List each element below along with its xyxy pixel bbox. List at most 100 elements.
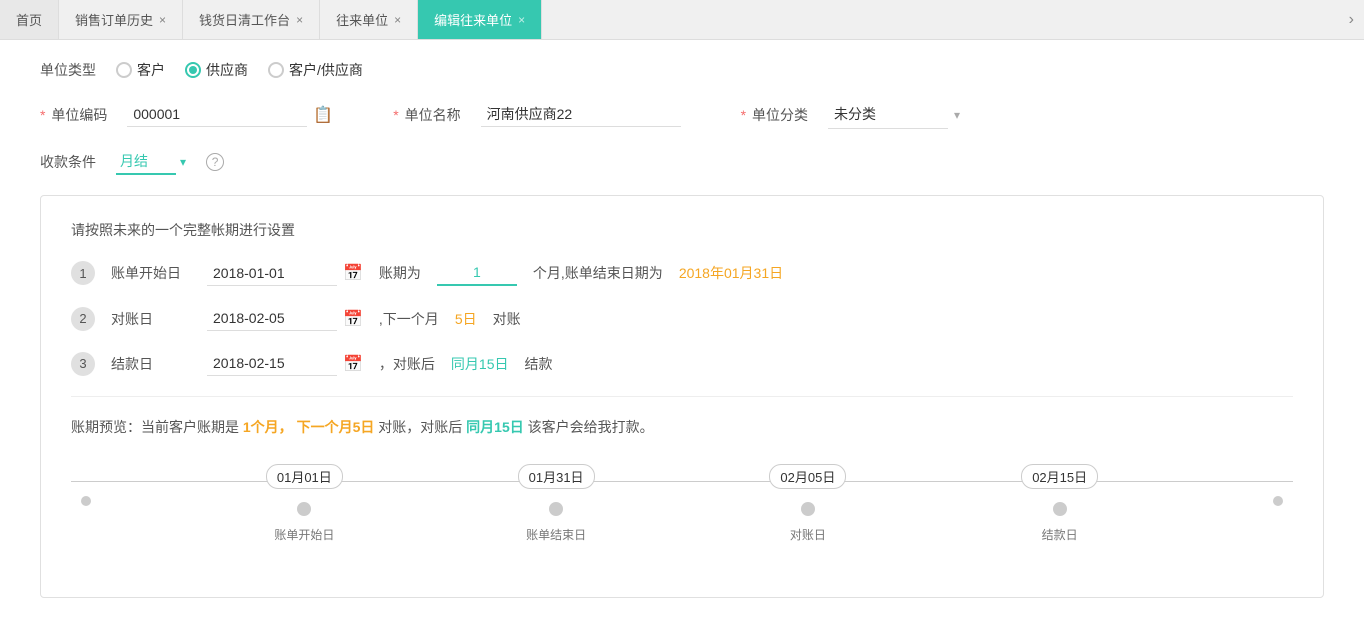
tab-home[interactable]: 首页 xyxy=(0,0,59,39)
radio-both[interactable]: 客户/供应商 xyxy=(268,60,363,80)
timeline-node-1-label: 账单开始日 xyxy=(274,526,334,543)
timeline-start-dot xyxy=(81,496,91,506)
preview-end: 该客户会给我打款。 xyxy=(528,419,654,435)
timeline-node-3-dot xyxy=(801,502,815,516)
radio-customer-label: 客户 xyxy=(137,60,165,80)
unit-name-label: * 单位名称 xyxy=(393,105,460,125)
unit-code-icon[interactable]: 📋 xyxy=(313,105,333,125)
timeline-node-3: 02月05日 对账日 xyxy=(769,471,846,543)
unit-code-label: * 单位编码 xyxy=(40,105,107,125)
step-1-info-after: 个月,账单结束日期为 xyxy=(533,263,663,283)
card-hint: 请按照未来的一个完整帐期进行设置 xyxy=(71,220,1293,240)
payment-terms-label: 收款条件 xyxy=(40,152,96,172)
step-3-date-input[interactable] xyxy=(207,351,337,376)
timeline-node-2-date: 01月31日 xyxy=(518,464,595,489)
tab-more-button[interactable]: › xyxy=(1339,0,1364,39)
radio-customer[interactable]: 客户 xyxy=(116,60,165,80)
step-3-label: 结款日 xyxy=(111,354,191,374)
tab-contacts-label: 往来单位 xyxy=(336,10,388,29)
payment-terms-select[interactable]: 月结 ▾ xyxy=(116,149,186,175)
payment-terms-arrow: ▾ xyxy=(180,155,186,169)
step-1-row: 1 账单开始日 📅 账期为 个月,账单结束日期为 2018年01月31日 xyxy=(71,260,1293,286)
timeline-node-2: 01月31日 账单结束日 xyxy=(518,471,595,543)
step-3-info-before: ，对账后 xyxy=(379,354,435,374)
help-icon[interactable]: ? xyxy=(206,153,224,171)
unit-category-label: * 单位分类 xyxy=(741,105,808,125)
step-2-day-highlight: 5日 xyxy=(455,309,477,329)
step-3-num: 3 xyxy=(71,352,95,376)
step-2-info-after: 对账 xyxy=(493,309,521,329)
step-3-date-group: 📅 xyxy=(207,351,363,376)
timeline: 01月01日 账单开始日 01月31日 账单结束日 02月05日 对账日 xyxy=(71,461,1293,573)
step-2-row: 2 对账日 📅 ,下一个月 5日 对账 xyxy=(71,306,1293,331)
step-1-num: 1 xyxy=(71,261,95,285)
unit-type-radio-group: 客户 供应商 客户/供应商 xyxy=(116,60,363,80)
timeline-node-3-label: 对账日 xyxy=(790,526,826,543)
unit-category-select[interactable]: 未分类 ▾ xyxy=(828,100,960,129)
radio-supplier[interactable]: 供应商 xyxy=(185,60,248,80)
step-2-date-group: 📅 xyxy=(207,306,363,331)
step-3-calendar-icon[interactable]: 📅 xyxy=(343,354,363,374)
step-3-info-after: 结款 xyxy=(525,354,553,374)
tab-sales-history-label: 销售订单历史 xyxy=(75,10,153,29)
unit-code-input[interactable] xyxy=(127,102,307,127)
tab-contacts-close[interactable]: × xyxy=(394,13,401,27)
tab-edit-contacts-label: 编辑往来单位 xyxy=(434,10,512,29)
tab-edit-contacts-close[interactable]: × xyxy=(518,13,525,27)
step-1-period-input[interactable] xyxy=(437,260,517,286)
tab-cashier[interactable]: 钱货日清工作台 × xyxy=(183,0,320,39)
radio-both-label: 客户/供应商 xyxy=(289,60,363,80)
preview-text: 账期预览：当前客户账期是 1个月， 下一个月5日 对账，对账后 同月15日 该客… xyxy=(71,417,1293,437)
settings-card: 请按照未来的一个完整帐期进行设置 1 账单开始日 📅 账期为 个月,账单结束日期… xyxy=(40,195,1324,598)
step-3-day-highlight: 同月15日 xyxy=(451,354,509,374)
timeline-node-4: 02月15日 结款日 xyxy=(1021,471,1098,543)
timeline-node-2-dot xyxy=(549,502,563,516)
timeline-start-end-dot xyxy=(81,484,91,506)
tab-cashier-label: 钱货日清工作台 xyxy=(199,10,290,29)
timeline-end-dot xyxy=(1273,496,1283,506)
step-1-label: 账单开始日 xyxy=(111,263,191,283)
preview-label: 账期预览：当前客户账期是 xyxy=(71,419,239,435)
unit-type-label: 单位类型 xyxy=(40,60,96,80)
timeline-node-4-dot xyxy=(1053,502,1067,516)
tab-sales-history-close[interactable]: × xyxy=(159,13,166,27)
tab-cashier-close[interactable]: × xyxy=(296,13,303,27)
unit-category-value: 未分类 xyxy=(828,100,948,129)
unit-info-row: * 单位编码 📋 * 单位名称 * 单位分类 未分类 ▾ xyxy=(40,100,1324,129)
unit-name-input[interactable] xyxy=(481,102,681,127)
timeline-node-4-date: 02月15日 xyxy=(1021,464,1098,489)
step-1-calendar-icon[interactable]: 📅 xyxy=(343,263,363,283)
timeline-node-3-date: 02月05日 xyxy=(769,464,846,489)
unit-code-group: 📋 xyxy=(127,102,333,127)
step-2-calendar-icon[interactable]: 📅 xyxy=(343,309,363,329)
timeline-node-4-label: 结款日 xyxy=(1042,526,1078,543)
step-1-info-before: 账期为 xyxy=(379,263,421,283)
timeline-node-1: 01月01日 账单开始日 xyxy=(266,471,343,543)
preview-payment: 同月15日 xyxy=(466,419,524,435)
step-2-info-before: ,下一个月 xyxy=(379,309,439,329)
preview-period: 1个月， xyxy=(243,419,293,435)
tabs-bar: 首页 销售订单历史 × 钱货日清工作台 × 往来单位 × 编辑往来单位 × › xyxy=(0,0,1364,40)
preview-reconcile: 下一个月5日 xyxy=(297,419,375,435)
timeline-nodes: 01月01日 账单开始日 01月31日 账单结束日 02月05日 对账日 xyxy=(71,471,1293,543)
unit-type-row: 单位类型 客户 供应商 客户/供应商 xyxy=(40,60,1324,80)
step-3-row: 3 结款日 📅 ，对账后 同月15日 结款 xyxy=(71,351,1293,376)
timeline-node-1-dot xyxy=(297,502,311,516)
preview-mid: 对账，对账后 xyxy=(378,419,466,435)
tab-sales-history[interactable]: 销售订单历史 × xyxy=(59,0,183,39)
payment-terms-row: 收款条件 月结 ▾ ? xyxy=(40,149,1324,175)
tab-contacts[interactable]: 往来单位 × xyxy=(320,0,418,39)
tab-home-label: 首页 xyxy=(16,10,42,29)
main-content: 单位类型 客户 供应商 客户/供应商 * 单位编码 📋 * xyxy=(0,40,1364,638)
radio-customer-circle xyxy=(116,62,132,78)
step-1-date-input[interactable] xyxy=(207,261,337,286)
timeline-node-2-label: 账单结束日 xyxy=(526,526,586,543)
radio-both-circle xyxy=(268,62,284,78)
timeline-node-1-date: 01月01日 xyxy=(266,464,343,489)
step-2-date-input[interactable] xyxy=(207,306,337,331)
step-1-date-group: 📅 xyxy=(207,261,363,286)
tab-edit-contacts[interactable]: 编辑往来单位 × xyxy=(418,0,542,39)
step-2-num: 2 xyxy=(71,307,95,331)
radio-supplier-label: 供应商 xyxy=(206,60,248,80)
unit-category-arrow: ▾ xyxy=(954,108,960,122)
